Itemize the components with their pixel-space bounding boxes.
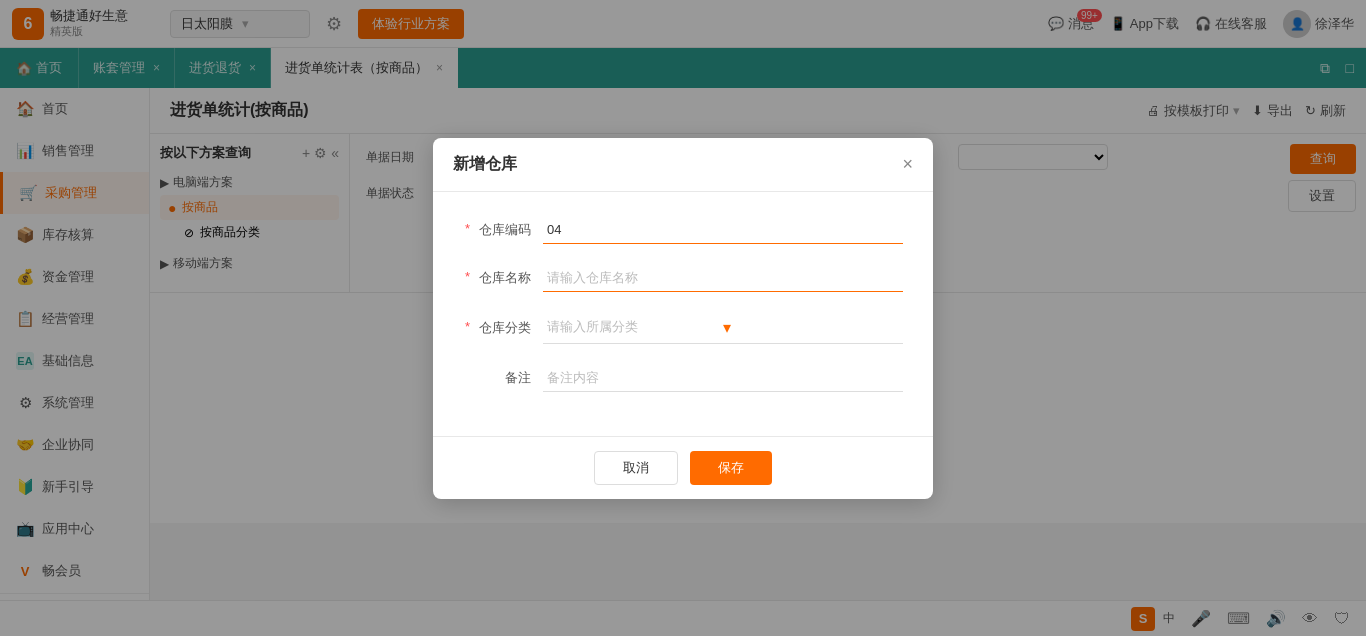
modal-label-name: 仓库名称 xyxy=(463,269,543,287)
modal-title: 新增仓库 xyxy=(453,154,517,175)
warehouse-category-select[interactable]: 请输入所属分类 ▾ xyxy=(543,312,903,344)
modal-overlay[interactable]: 新增仓库 × 仓库编码 仓库名称 仓库分类 请输入所属分类 ▾ xyxy=(0,0,1366,636)
warehouse-name-input[interactable] xyxy=(543,264,903,292)
add-warehouse-modal: 新增仓库 × 仓库编码 仓库名称 仓库分类 请输入所属分类 ▾ xyxy=(433,138,933,499)
modal-label-code: 仓库编码 xyxy=(463,221,543,239)
modal-close-button[interactable]: × xyxy=(902,154,913,175)
modal-footer: 取消 保存 xyxy=(433,436,933,499)
modal-body: 仓库编码 仓库名称 仓库分类 请输入所属分类 ▾ 备注 xyxy=(433,192,933,436)
cancel-button[interactable]: 取消 xyxy=(594,451,678,485)
save-button[interactable]: 保存 xyxy=(690,451,772,485)
modal-label-remark: 备注 xyxy=(463,369,543,387)
modal-row-remark: 备注 xyxy=(463,364,903,392)
modal-row-category: 仓库分类 请输入所属分类 ▾ xyxy=(463,312,903,344)
chevron-down-icon: ▾ xyxy=(723,318,899,337)
modal-label-category: 仓库分类 xyxy=(463,319,543,337)
modal-row-code: 仓库编码 xyxy=(463,216,903,244)
category-placeholder: 请输入所属分类 xyxy=(547,318,723,336)
warehouse-code-input[interactable] xyxy=(543,216,903,244)
warehouse-remark-input[interactable] xyxy=(543,364,903,392)
modal-header: 新增仓库 × xyxy=(433,138,933,192)
modal-row-name: 仓库名称 xyxy=(463,264,903,292)
close-icon: × xyxy=(902,154,913,174)
